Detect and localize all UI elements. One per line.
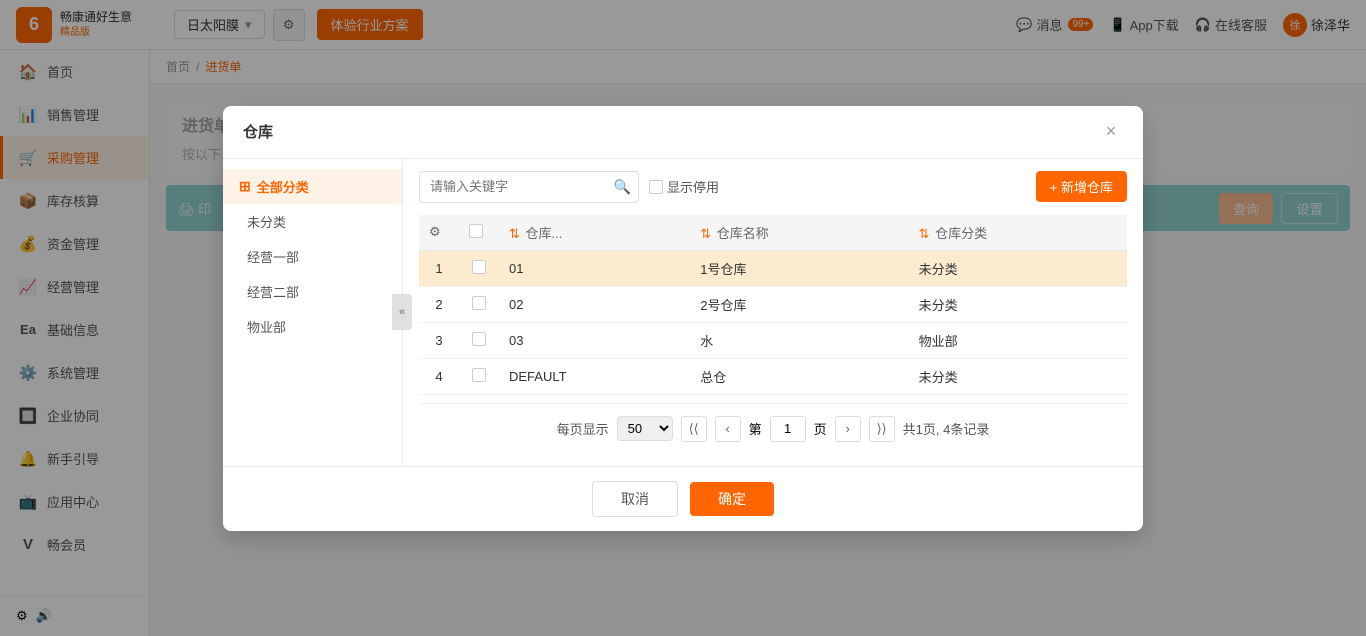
main-layout: 🏠 首页 📊 销售管理 🛒 采购管理 📦 库存核算 💰 资金管理 📈 经营管理 … [0,50,1366,636]
category-property[interactable]: 物业部 [223,309,402,344]
cell-check[interactable] [459,250,499,286]
pagination: 每页显示 50 100 200 ⟨⟨ ‹ 第 页 › [419,403,1127,454]
cell-category: 未分类 [909,250,1127,286]
table-row[interactable]: 3 03 水 物业部 [419,322,1127,358]
th-check [459,215,499,251]
cell-name: 2号仓库 [690,286,908,322]
confirm-button[interactable]: 确定 [690,482,774,516]
th-category: ⇅ 仓库分类 [909,215,1127,251]
search-wrap: 🔍 [419,171,639,203]
cell-code: 03 [499,322,690,358]
category-panel: ⊞ 全部分类 未分类 经营一部 经营二部 物业部 « [223,159,403,466]
sort-icon: ⇅ [919,226,930,241]
row-checkbox[interactable] [472,296,486,310]
next-page-btn[interactable]: › [835,416,861,442]
all-categories[interactable]: ⊞ 全部分类 [223,169,402,204]
table-panel: 🔍 显示停用 + 新增仓库 [403,159,1143,466]
settings-col-icon: ⚙ [429,224,441,239]
show-disabled-checkbox[interactable] [649,180,663,194]
cell-num: 4 [419,358,459,394]
page-number-input[interactable] [770,416,806,442]
warehouse-table: ⚙ ⇅ 仓库... [419,215,1127,395]
row-checkbox[interactable] [472,368,486,382]
content-area: 首页 / 进货单 进货单 按以下 🖨 印 📤 导出 🔄 刷新 查询 设置 [150,50,1366,636]
cell-check[interactable] [459,286,499,322]
table-row[interactable]: 1 01 1号仓库 未分类 [419,250,1127,286]
warehouse-modal: 仓库 × ⊞ 全部分类 未分类 经营一部 经营二部 物业部 [223,106,1143,531]
cell-num: 2 [419,286,459,322]
modal-body: ⊞ 全部分类 未分类 经营一部 经营二部 物业部 « [223,159,1143,466]
modal-overlay[interactable]: 仓库 × ⊞ 全部分类 未分类 经营一部 经营二部 物业部 [0,0,1366,636]
row-checkbox[interactable] [472,332,486,346]
cell-code: 01 [499,250,690,286]
grid-icon: ⊞ [239,178,251,195]
cell-check[interactable] [459,358,499,394]
modal-header: 仓库 × [223,106,1143,159]
table-toolbar: 🔍 显示停用 + 新增仓库 [419,171,1127,203]
cell-category: 未分类 [909,286,1127,322]
show-disabled-toggle[interactable]: 显示停用 [649,177,719,196]
th-name: ⇅ 仓库名称 [690,215,908,251]
cell-name: 1号仓库 [690,250,908,286]
cell-name: 水 [690,322,908,358]
search-input[interactable] [419,171,639,203]
cell-name: 总仓 [690,358,908,394]
table-body: 1 01 1号仓库 未分类 2 02 [419,250,1127,394]
cell-code: 02 [499,286,690,322]
table-header-row: ⚙ ⇅ 仓库... [419,215,1127,251]
cancel-button[interactable]: 取消 [592,481,678,517]
modal-title: 仓库 [243,121,273,142]
row-checkbox[interactable] [472,260,486,274]
search-icon[interactable]: 🔍 [614,178,631,195]
prev-page-btn[interactable]: ‹ [715,416,741,442]
modal-footer: 取消 确定 [223,466,1143,531]
sort-icon: ⇅ [700,226,711,241]
select-all-checkbox[interactable] [469,224,483,238]
cell-num: 1 [419,250,459,286]
th-settings: ⚙ [419,215,459,251]
last-page-btn[interactable]: ⟩⟩ [869,416,895,442]
first-page-btn[interactable]: ⟨⟨ [681,416,707,442]
cell-check[interactable] [459,322,499,358]
table-wrapper: ⚙ ⇅ 仓库... [419,215,1127,395]
sort-icon: ⇅ [509,226,520,241]
category-ops1[interactable]: 经营一部 [223,239,402,274]
close-icon[interactable]: × [1099,120,1123,144]
category-unclassified[interactable]: 未分类 [223,204,402,239]
cell-category: 未分类 [909,358,1127,394]
category-ops2[interactable]: 经营二部 [223,274,402,309]
panel-collapse-btn[interactable]: « [392,294,412,330]
cell-num: 3 [419,322,459,358]
table-row[interactable]: 2 02 2号仓库 未分类 [419,286,1127,322]
add-warehouse-button[interactable]: + 新增仓库 [1036,171,1127,202]
page-size-select[interactable]: 50 100 200 [617,416,673,441]
th-code: ⇅ 仓库... [499,215,690,251]
table-row[interactable]: 4 DEFAULT 总仓 未分类 [419,358,1127,394]
cell-category: 物业部 [909,322,1127,358]
cell-code: DEFAULT [499,358,690,394]
